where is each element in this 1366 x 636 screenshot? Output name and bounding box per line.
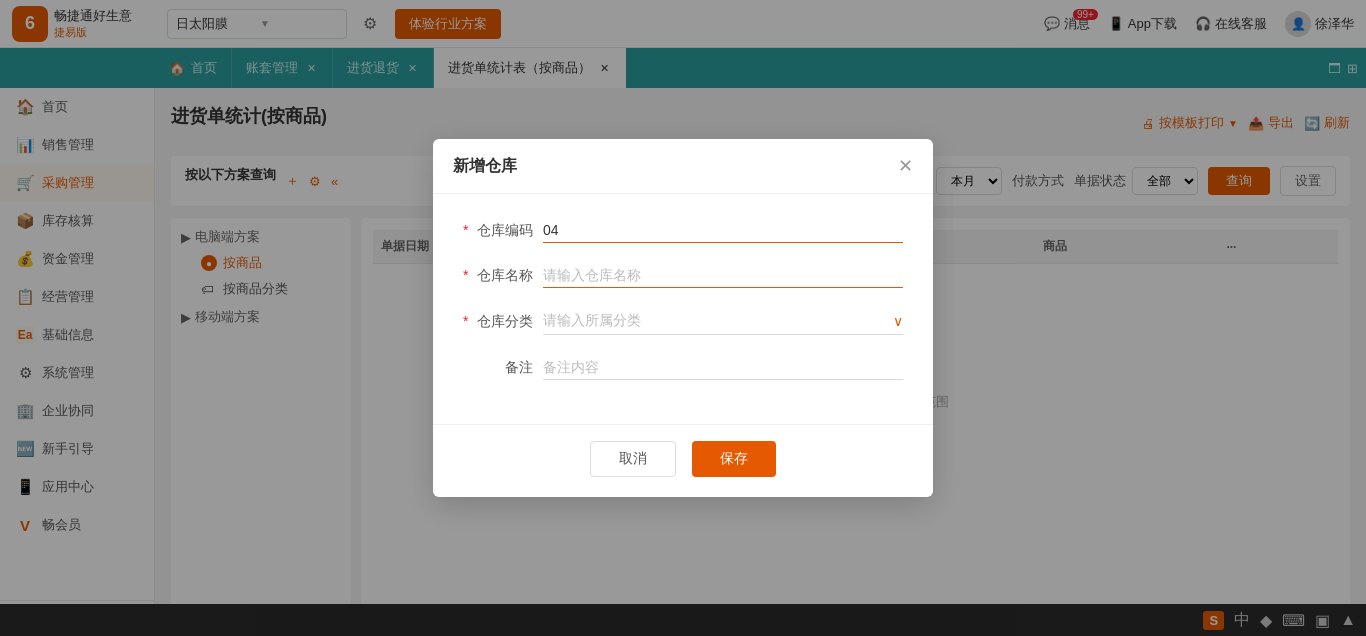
category-dropdown-icon: ∨: [893, 313, 903, 329]
modal-overlay: 新增仓库 ✕ 仓库编码 仓库名称 仓库分类: [0, 0, 1366, 636]
remark-label: 备注: [463, 359, 543, 377]
modal-header: 新增仓库 ✕: [433, 139, 933, 194]
warehouse-name-field: 仓库名称: [463, 263, 903, 288]
remark-input[interactable]: [543, 355, 903, 380]
category-placeholder: 请输入所属分类: [543, 312, 641, 330]
remark-field: 备注: [463, 355, 903, 380]
warehouse-name-input[interactable]: [543, 263, 903, 288]
save-button[interactable]: 保存: [692, 441, 776, 477]
modal-body: 仓库编码 仓库名称 仓库分类 请输入所属分类 ∨: [433, 194, 933, 424]
warehouse-category-label: 仓库分类: [463, 313, 543, 331]
warehouse-category-field: 仓库分类 请输入所属分类 ∨: [463, 308, 903, 335]
modal-close-button[interactable]: ✕: [898, 155, 913, 177]
warehouse-code-input[interactable]: [543, 218, 903, 243]
warehouse-category-select[interactable]: 请输入所属分类 ∨: [543, 308, 903, 335]
warehouse-code-label: 仓库编码: [463, 222, 543, 240]
warehouse-name-label: 仓库名称: [463, 267, 543, 285]
modal-title: 新增仓库: [453, 156, 517, 177]
add-warehouse-modal: 新增仓库 ✕ 仓库编码 仓库名称 仓库分类: [433, 139, 933, 497]
warehouse-code-field: 仓库编码: [463, 218, 903, 243]
modal-footer: 取消 保存: [433, 424, 933, 497]
cancel-button[interactable]: 取消: [590, 441, 676, 477]
